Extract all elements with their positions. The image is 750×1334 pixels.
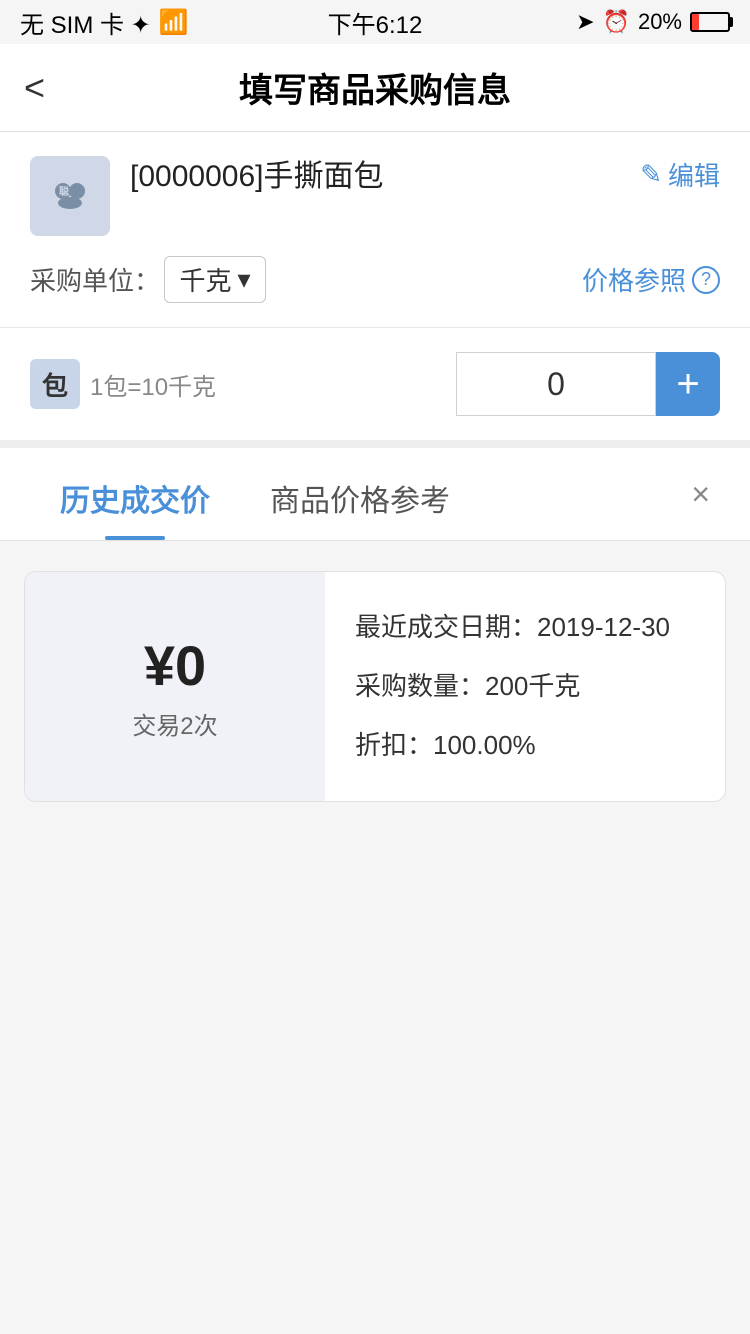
qty-plus-button[interactable]: + (656, 352, 720, 416)
edit-button[interactable]: ✎ 编辑 (640, 156, 720, 193)
price-qty-row: 采购数量：200千克 (355, 667, 695, 706)
content-area: ¥0 交易2次 最近成交日期：2019-12-30 采购数量：200千克 折扣：… (0, 541, 750, 1241)
battery-icon (690, 12, 730, 32)
info-icon: ? (692, 266, 720, 294)
price-value: 0 (175, 634, 206, 697)
discount-label: 折扣： (355, 730, 433, 760)
page-title: 填写商品采购信息 (239, 63, 511, 112)
qty-value: 200千克 (485, 671, 580, 701)
unit-left: 采购单位： 千克 ▾ (30, 256, 266, 303)
price-date-row: 最近成交日期：2019-12-30 (355, 608, 695, 647)
status-bar: 无 SIM 卡 ✦ 📶 下午6:12 ➤ ⏰ 20% (0, 0, 750, 44)
wifi-icon: 📶 (159, 8, 189, 37)
price-ref-button[interactable]: 价格参照 ? (582, 261, 720, 298)
product-logo-icon: 聪 (45, 171, 95, 221)
battery-percent: 20% (638, 9, 682, 35)
price-ref-label: 价格参照 (582, 261, 686, 298)
price-card: ¥0 交易2次 最近成交日期：2019-12-30 采购数量：200千克 折扣：… (24, 571, 726, 802)
tabs: 历史成交价 商品价格参考 (30, 448, 480, 540)
price-right-panel: 最近成交日期：2019-12-30 采购数量：200千克 折扣：100.00% (325, 572, 725, 801)
back-button[interactable]: < (24, 67, 45, 109)
qty-input-group: + (456, 352, 720, 416)
date-value: 2019-12-30 (537, 612, 670, 642)
edit-icon: ✎ (640, 159, 662, 190)
product-unit-row: 采购单位： 千克 ▾ 价格参照 ? (30, 256, 720, 303)
qty-unit-box: 包 (30, 359, 80, 409)
unit-label: 采购单位： (30, 266, 160, 296)
product-name: [0000006]手撕面包 (130, 156, 383, 198)
price-transactions: 交易2次 (132, 706, 217, 741)
price-amount: ¥0 (144, 633, 206, 698)
qty-conversion: 1包=10千克 (90, 367, 216, 402)
nav-bar: < 填写商品采购信息 (0, 44, 750, 132)
dropdown-chevron-icon: ▾ (237, 264, 250, 295)
sim-status: 无 SIM 卡 ✦ (20, 5, 151, 40)
product-section: 聪 [0000006]手撕面包 ✎ 编辑 采购单位： 千克 ▾ 价格参照 ? (0, 132, 750, 328)
status-right: ➤ ⏰ 20% (576, 9, 730, 35)
tab-section: 历史成交价 商品价格参考 × (0, 448, 750, 541)
tab-close-button[interactable]: × (681, 466, 720, 523)
price-left-panel: ¥0 交易2次 (25, 572, 325, 801)
tab-header: 历史成交价 商品价格参考 × (0, 448, 750, 540)
edit-label: 编辑 (668, 156, 720, 193)
tab-product-price-ref[interactable]: 商品价格参考 (240, 448, 480, 540)
quantity-input[interactable] (456, 352, 656, 416)
unit-dropdown[interactable]: 千克 ▾ (164, 256, 265, 303)
location-icon: ➤ (576, 9, 594, 35)
tab-history-price[interactable]: 历史成交价 (30, 448, 240, 540)
price-discount-row: 折扣：100.00% (355, 726, 695, 765)
alarm-icon: ⏰ (603, 9, 630, 35)
date-label: 最近成交日期： (355, 612, 537, 642)
qty-label: 采购数量： (355, 671, 485, 701)
product-left: 聪 [0000006]手撕面包 (30, 156, 383, 236)
currency-symbol: ¥ (144, 634, 175, 697)
quantity-section: 包 1包=10千克 + (0, 328, 750, 448)
product-image: 聪 (30, 156, 110, 236)
svg-text:聪: 聪 (59, 185, 69, 198)
discount-value: 100.00% (433, 730, 536, 760)
status-left: 无 SIM 卡 ✦ 📶 (20, 5, 189, 40)
unit-value: 千克 (179, 261, 231, 298)
product-header: 聪 [0000006]手撕面包 ✎ 编辑 (30, 156, 720, 236)
qty-left: 包 1包=10千克 (30, 359, 216, 409)
status-time: 下午6:12 (328, 5, 423, 40)
